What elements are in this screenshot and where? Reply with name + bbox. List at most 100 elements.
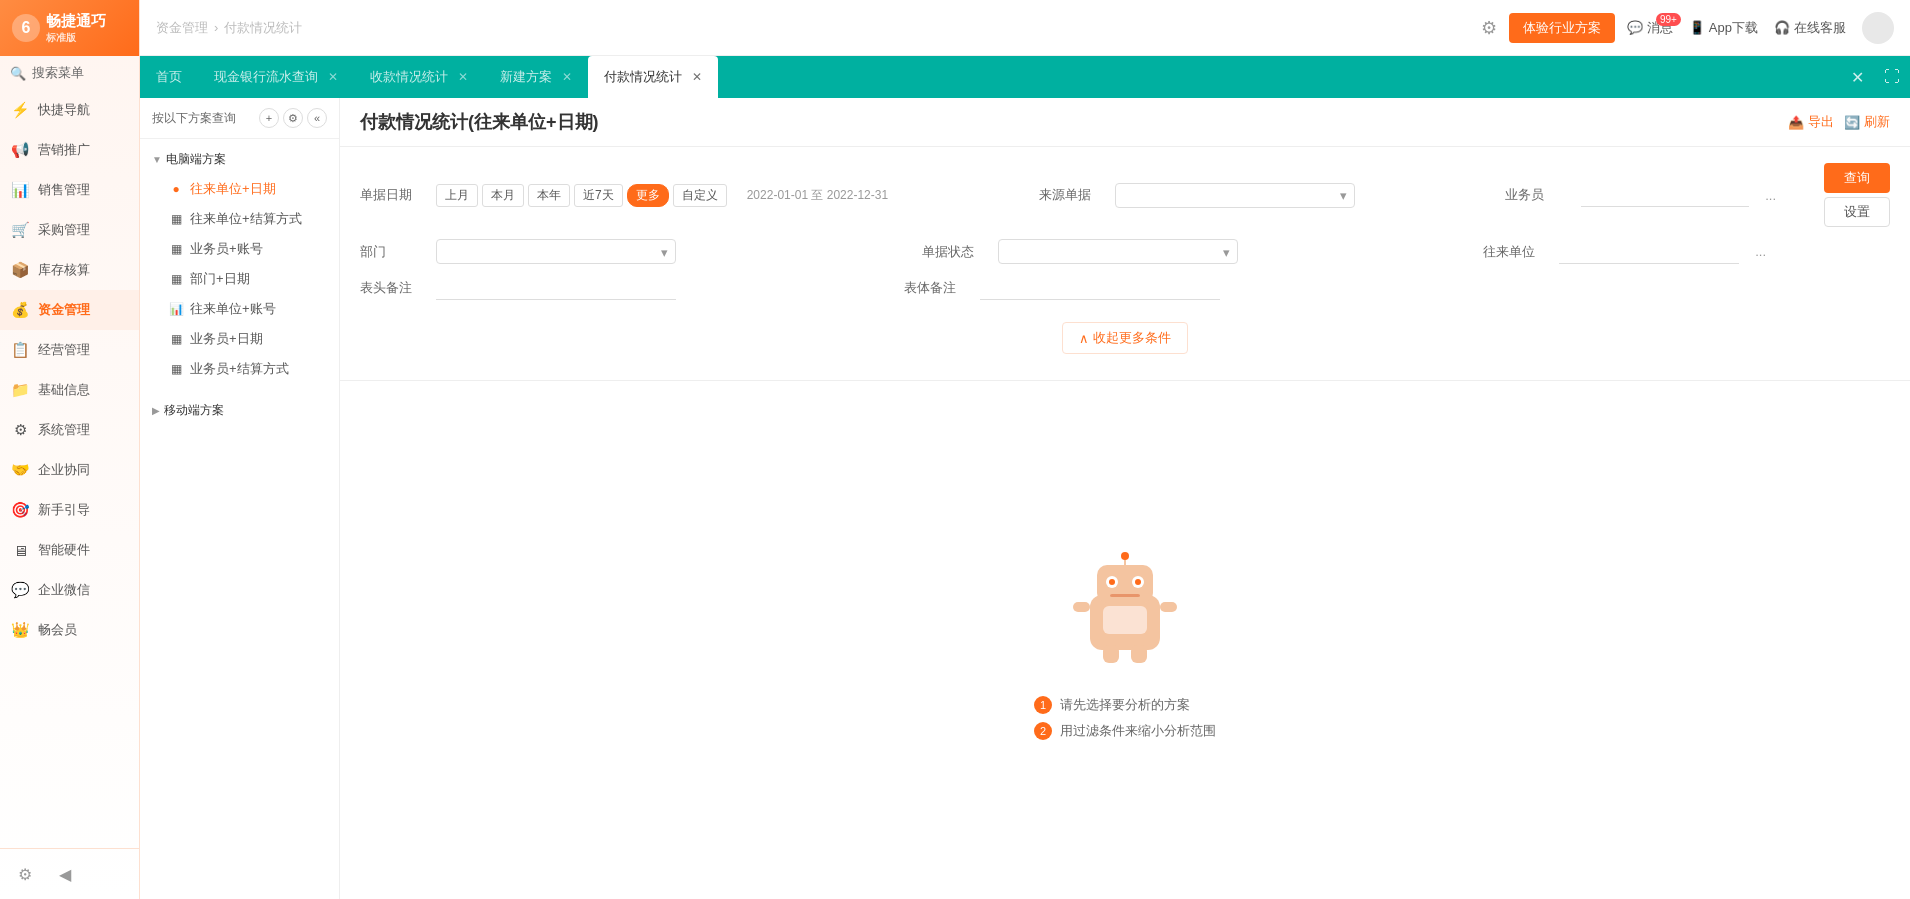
refresh-btn[interactable]: 🔄 刷新 (1844, 113, 1890, 131)
section-label: 移动端方案 (164, 402, 224, 419)
close-all-icon[interactable]: ✕ (1841, 68, 1874, 87)
sidebar-item-vip[interactable]: 👑 畅会员 (0, 610, 139, 650)
schema-item-staff-account[interactable]: ▦ 业务员+账号 (140, 234, 339, 264)
sidebar-item-operation[interactable]: 📋 经营管理 (0, 330, 139, 370)
sidebar-item-cooperation[interactable]: 🤝 企业协同 (0, 450, 139, 490)
schema-item-partner-account[interactable]: 📊 往来单位+账号 (140, 294, 339, 324)
svg-rect-13 (1103, 606, 1147, 634)
message-icon: 💬 (1627, 20, 1643, 35)
online-service-btn[interactable]: 🎧 在线客服 (1774, 19, 1846, 37)
tab-close-icon[interactable]: ✕ (562, 70, 572, 84)
table-header-note-input[interactable] (436, 276, 676, 300)
settings-btn[interactable]: 设置 (1824, 197, 1890, 227)
export-label: 导出 (1808, 113, 1834, 131)
partner-input[interactable] (1559, 240, 1739, 264)
empty-state: 1 请先选择要分析的方案 2 用过滤条件来缩小分析范围 (340, 381, 1910, 899)
date-btn-last-month[interactable]: 上月 (436, 184, 478, 207)
sidebar-item-system[interactable]: ⚙ 系统管理 (0, 410, 139, 450)
sidebar-item-sales[interactable]: 📊 销售管理 (0, 170, 139, 210)
app-download-label: App下载 (1709, 19, 1758, 37)
schema-icon: ▦ (168, 361, 184, 377)
schema-item-staff-settlement[interactable]: ▦ 业务员+结算方式 (140, 354, 339, 384)
source-select[interactable] (1115, 183, 1355, 208)
industry-btn[interactable]: 体验行业方案 (1509, 13, 1615, 43)
empty-illustration (1055, 540, 1195, 680)
schema-item-label: 往来单位+结算方式 (190, 210, 302, 228)
settings-icon[interactable]: ⚙ (1481, 17, 1497, 39)
tab-close-icon[interactable]: ✕ (328, 70, 338, 84)
collapse-conditions-btn[interactable]: ∧ 收起更多条件 (1062, 322, 1188, 354)
tab-payment-stats[interactable]: 付款情况统计 ✕ (588, 56, 718, 98)
mobile-schema-section: ▶ 移动端方案 (140, 390, 339, 431)
staff-more-btn[interactable]: ... (1765, 188, 1776, 203)
sidebar-item-inventory[interactable]: 📦 库存核算 (0, 250, 139, 290)
tab-bank-flow[interactable]: 现金银行流水查询 ✕ (198, 56, 354, 98)
sidebar-item-quick-nav[interactable]: ⚡ 快捷导航 (0, 90, 139, 130)
sidebar-item-wechat[interactable]: 💬 企业微信 (0, 570, 139, 610)
desktop-schema-section: ▼ 电脑端方案 ● 往来单位+日期 ▦ 往来单位+结算方式 ▦ 业务员+账号 ▦ (140, 139, 339, 390)
sidebar-item-marketing[interactable]: 📢 营销推广 (0, 130, 139, 170)
date-btn-7days[interactable]: 近7天 (574, 184, 623, 207)
schema-item-partner-settlement[interactable]: ▦ 往来单位+结算方式 (140, 204, 339, 234)
page-title: 付款情况统计(往来单位+日期) (360, 110, 1788, 134)
inventory-icon: 📦 (10, 260, 30, 280)
tabbar-right: ✕ ⛶ (1841, 68, 1910, 87)
schema-settings-btn[interactable]: ⚙ (283, 108, 303, 128)
sidebar-item-basic-info[interactable]: 📁 基础信息 (0, 370, 139, 410)
schema-item-dept-date[interactable]: ▦ 部门+日期 (140, 264, 339, 294)
fullscreen-icon[interactable]: ⛶ (1874, 68, 1910, 86)
messages-badge: 99+ (1656, 13, 1681, 26)
schema-item-label: 业务员+日期 (190, 330, 263, 348)
section-label: 电脑端方案 (166, 151, 226, 168)
sidebar-item-finance[interactable]: 💰 资金管理 (0, 290, 139, 330)
messages-btn[interactable]: 💬 消息 99+ (1627, 19, 1673, 37)
schema-item-partner-date[interactable]: ● 往来单位+日期 (140, 174, 339, 204)
date-btn-this-year[interactable]: 本年 (528, 184, 570, 207)
user-avatar[interactable] (1862, 12, 1894, 44)
doc-status-label: 单据状态 (922, 243, 982, 261)
schema-item-label: 部门+日期 (190, 270, 250, 288)
sidebar-item-purchase[interactable]: 🛒 采购管理 (0, 210, 139, 250)
date-btn-more[interactable]: 更多 (627, 184, 669, 207)
sidebar-item-label: 销售管理 (38, 181, 90, 199)
sidebar-collapse-icon[interactable]: ◀ (50, 859, 80, 889)
partner-more-btn[interactable]: ... (1755, 244, 1766, 259)
table-body-note-input[interactable] (980, 276, 1220, 300)
tab-receipt-stats[interactable]: 收款情况统计 ✕ (354, 56, 484, 98)
source-label: 来源单据 (1039, 186, 1099, 204)
sidebar-item-hardware[interactable]: 🖥 智能硬件 (0, 530, 139, 570)
date-label: 单据日期 (360, 186, 420, 204)
tab-close-icon[interactable]: ✕ (458, 70, 468, 84)
dept-select[interactable] (436, 239, 676, 264)
tab-new-plan[interactable]: 新建方案 ✕ (484, 56, 588, 98)
sidebar-item-guide[interactable]: 🎯 新手引导 (0, 490, 139, 530)
tab-home[interactable]: 首页 (140, 56, 198, 98)
app-download-btn[interactable]: 📱 App下载 (1689, 19, 1758, 37)
staff-input[interactable] (1581, 183, 1749, 207)
purchase-icon: 🛒 (10, 220, 30, 240)
svg-point-4 (1109, 579, 1115, 585)
add-schema-btn[interactable]: + (259, 108, 279, 128)
empty-hints: 1 请先选择要分析的方案 2 用过滤条件来缩小分析范围 (1034, 696, 1216, 740)
chart-icon: 📊 (168, 301, 184, 317)
sidebar-item-label: 资金管理 (38, 301, 90, 319)
mobile-section-title[interactable]: ▶ 移动端方案 (140, 396, 339, 425)
date-btn-custom[interactable]: 自定义 (673, 184, 727, 207)
date-btn-this-month[interactable]: 本月 (482, 184, 524, 207)
desktop-section-title[interactable]: ▼ 电脑端方案 (140, 145, 339, 174)
export-btn[interactable]: 📤 导出 (1788, 113, 1834, 131)
tab-label: 收款情况统计 (370, 68, 448, 86)
doc-status-select[interactable] (998, 239, 1238, 264)
schema-item-staff-date[interactable]: ▦ 业务员+日期 (140, 324, 339, 354)
sidebar-item-label: 企业协同 (38, 461, 90, 479)
hint-num-2: 2 (1034, 722, 1052, 740)
sidebar-settings-icon[interactable]: ⚙ (10, 859, 40, 889)
hint-num-1: 1 (1034, 696, 1052, 714)
filter-row-3: 表头备注 表体备注 (360, 276, 1890, 300)
query-btn[interactable]: 查询 (1824, 163, 1890, 193)
search-menu[interactable]: 🔍 搜索菜单 (0, 56, 139, 90)
empty-hint-2: 2 用过滤条件来缩小分析范围 (1034, 722, 1216, 740)
svg-point-5 (1135, 579, 1141, 585)
tab-close-icon[interactable]: ✕ (692, 70, 702, 84)
panel-collapse-btn[interactable]: « (307, 108, 327, 128)
